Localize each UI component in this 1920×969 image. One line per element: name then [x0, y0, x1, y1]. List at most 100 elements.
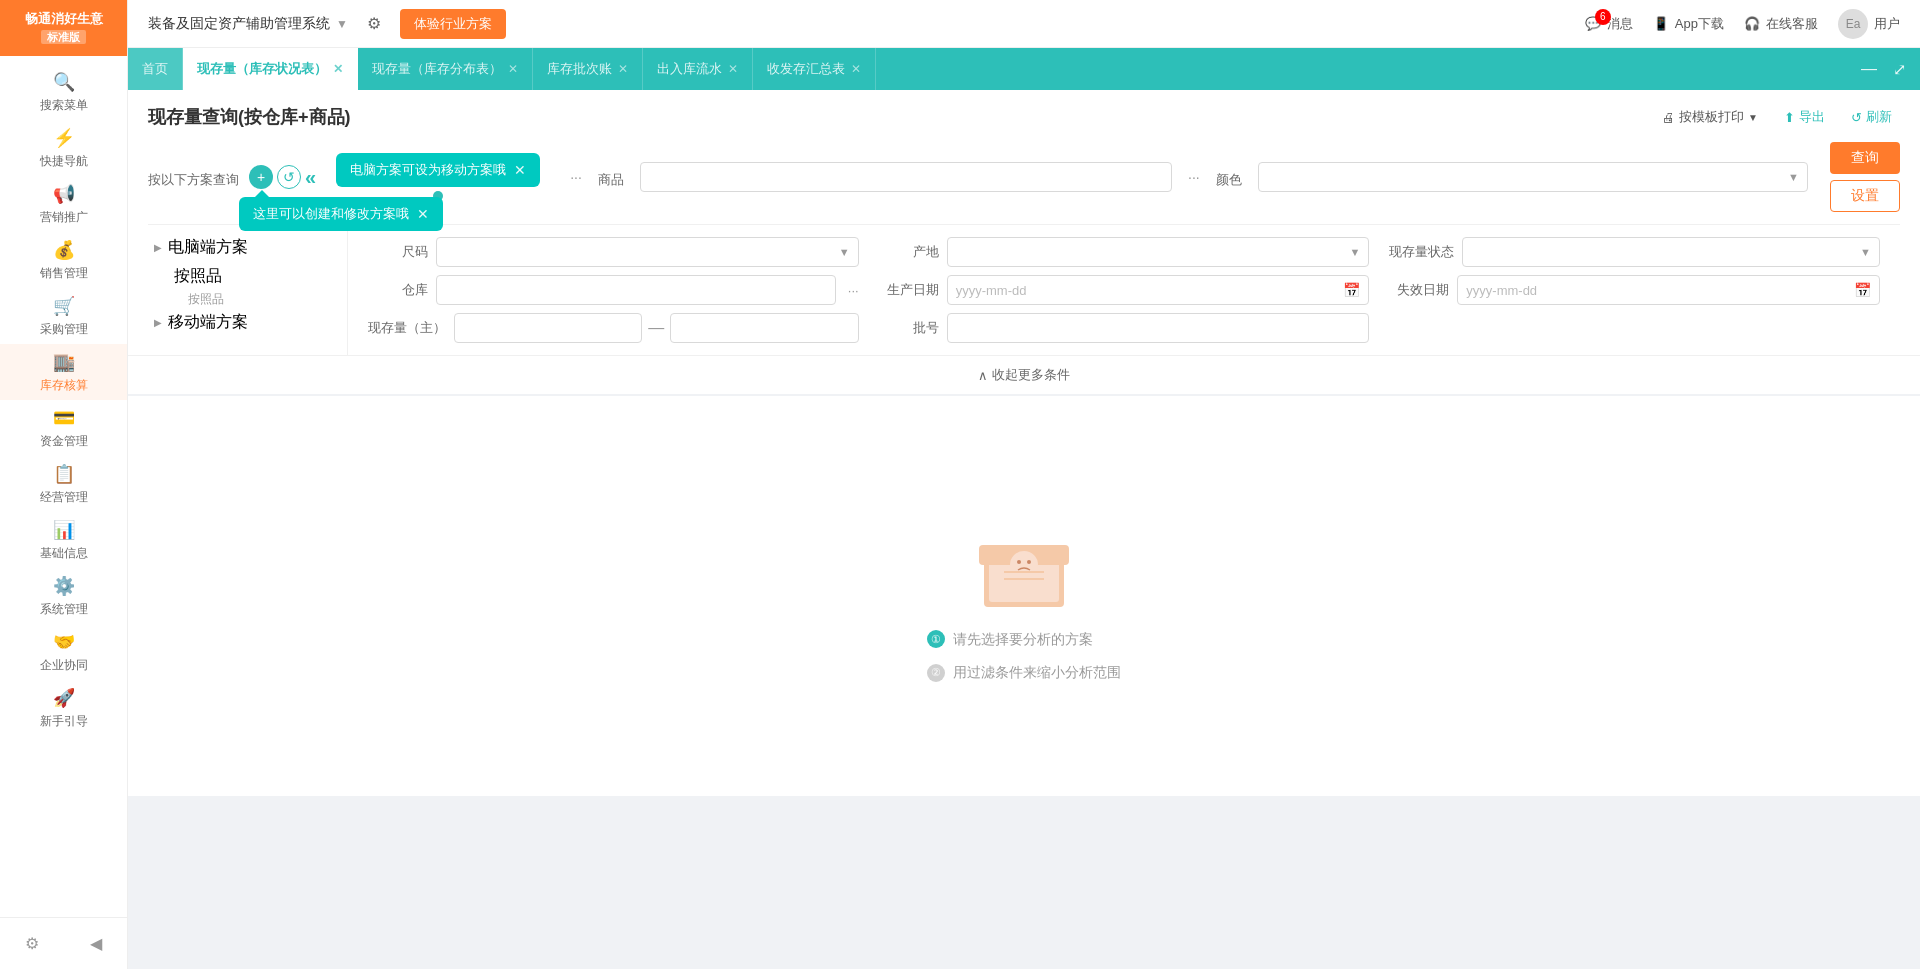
tab-inventory-status[interactable]: 现存量（库存状况表） ✕ [183, 48, 358, 90]
origin-arrow: ▼ [1349, 246, 1360, 258]
scheme-item-mobile[interactable]: ▶ 移动端方案 [148, 308, 347, 337]
tab-inout-flow[interactable]: 出入库流水 ✕ [643, 48, 753, 90]
back-arrow-btn[interactable]: « [305, 166, 316, 189]
message-action[interactable]: 💬 6 消息 [1585, 15, 1633, 33]
tab-fullscreen-btn[interactable]: ⤢ [1889, 56, 1910, 83]
form-item-origin: 产地 ▼ [879, 237, 1370, 267]
sidebar-item-basic[interactable]: 📊 基础信息 [0, 512, 127, 568]
svg-point-5 [1027, 560, 1031, 564]
sidebar-bottom: ⚙ ◀ [0, 917, 127, 969]
sidebar-item-guide[interactable]: 🚀 新手引导 [0, 680, 127, 736]
sidebar-settings-btn[interactable]: ⚙ [17, 930, 47, 957]
tip2-num: ② [927, 664, 945, 682]
commodity-input-area [640, 162, 1172, 192]
add-scheme-btn[interactable]: + [249, 165, 273, 189]
online-support-action[interactable]: 🎧 在线客服 [1744, 15, 1818, 33]
sidebar-item-label: 采购管理 [40, 321, 88, 338]
sidebar-item-purchase[interactable]: 🛒 采购管理 [0, 288, 127, 344]
collapse-bar[interactable]: ∧ 收起更多条件 [128, 355, 1920, 394]
stock-qty-range: — [454, 313, 859, 343]
empty-content: ① 请先选择要分析的方案 ② 用过滤条件来缩小分析范围 [927, 507, 1121, 685]
stock-qty-to[interactable] [670, 313, 858, 343]
sidebar-item-enterprise[interactable]: 🤝 企业协同 [0, 624, 127, 680]
tab-close-inout-flow[interactable]: ✕ [728, 62, 738, 76]
tooltip1-close[interactable]: ✕ [514, 162, 526, 178]
sidebar-item-label: 营销推广 [40, 209, 88, 226]
commodity-input[interactable] [640, 162, 1172, 192]
empty-illustration [964, 507, 1084, 607]
tab-close-inventory-status[interactable]: ✕ [333, 62, 343, 76]
basic-icon: 📊 [53, 519, 75, 541]
tab-inventory-dist[interactable]: 现存量（库存分布表） ✕ [358, 48, 533, 90]
refresh-scheme-btn[interactable]: ↺ [277, 165, 301, 189]
system-icon: ⚙️ [53, 575, 75, 597]
print-icon: 🖨 [1662, 110, 1675, 125]
sidebar-item-label: 系统管理 [40, 601, 88, 618]
scheme-arrow-icon: ▶ [154, 242, 162, 253]
content-area: 现存量查询(按仓库+商品) 🖨 按模板打印 ▼ ⬆ 导出 ↺ 刷新 [128, 90, 1920, 969]
size-label: 尺码 [368, 243, 428, 261]
tab-home[interactable]: 首页 [128, 48, 183, 90]
origin-select[interactable]: ▼ [947, 237, 1370, 267]
color-label: 颜色 [1216, 171, 1242, 189]
tab-batch-ledger[interactable]: 库存批次账 ✕ [533, 48, 643, 90]
user-avatar: Ea [1838, 9, 1868, 39]
prod-date-calendar-icon[interactable]: 📅 [1343, 282, 1360, 298]
sidebar-item-inventory[interactable]: 🏬 库存核算 [0, 344, 127, 400]
color-select[interactable]: ▼ [1258, 162, 1808, 192]
header-left: 装备及固定资产辅助管理系统 ▼ ⚙ 体验行业方案 [148, 9, 506, 39]
tab-close-inventory-dist[interactable]: ✕ [508, 62, 518, 76]
trial-button[interactable]: 体验行业方案 [400, 9, 506, 39]
sidebar-collapse-btn[interactable]: ◀ [82, 930, 110, 957]
operations-icon: 📋 [53, 463, 75, 485]
message-badge: 6 [1595, 9, 1611, 25]
form-item-stock-qty: 现存量（主） — [368, 313, 859, 343]
size-select[interactable]: ▼ [436, 237, 859, 267]
collapse-text: ∧ 收起更多条件 [128, 366, 1920, 384]
warehouse-label: 仓库 [368, 281, 428, 299]
svg-point-3 [1010, 551, 1038, 579]
tab-close-batch-ledger[interactable]: ✕ [618, 62, 628, 76]
tab-close-receive-summary[interactable]: ✕ [851, 62, 861, 76]
sidebar-item-label: 新手引导 [40, 713, 88, 730]
sidebar-item-label: 资金管理 [40, 433, 88, 450]
commodity-dots2: ··· [1188, 169, 1200, 185]
scheme-item-by-product[interactable]: 按照品 [168, 262, 347, 291]
filter-body: ▶ 电脑端方案 按照品 按照品 ▶ 移动端方案 [148, 225, 1900, 355]
sidebar-item-sales[interactable]: 💰 销售管理 [0, 232, 127, 288]
prod-date-label: 生产日期 [879, 281, 939, 299]
user-action[interactable]: Ea 用户 [1838, 9, 1900, 39]
warehouse-input[interactable] [436, 275, 836, 305]
setup-button[interactable]: 设置 [1830, 180, 1900, 212]
stock-qty-from[interactable] [454, 313, 642, 343]
warehouse-dots: ··· [848, 283, 859, 298]
sidebar-item-marketing[interactable]: 📢 营销推广 [0, 176, 127, 232]
sidebar-item-quick-nav[interactable]: ⚡ 快捷导航 [0, 120, 127, 176]
sidebar-item-finance[interactable]: 💳 资金管理 [0, 400, 127, 456]
quick-nav-icon: ⚡ [53, 127, 75, 149]
sidebar-item-operations[interactable]: 📋 经营管理 [0, 456, 127, 512]
export-btn[interactable]: ⬆ 导出 [1776, 104, 1833, 130]
empty-state: ① 请先选择要分析的方案 ② 用过滤条件来缩小分析范围 [128, 396, 1920, 796]
tab-receive-summary[interactable]: 收发存汇总表 ✕ [753, 48, 876, 90]
expire-date-calendar-icon[interactable]: 📅 [1854, 282, 1871, 298]
app-download-action[interactable]: 📱 App下载 [1653, 15, 1724, 33]
logo-text: 畅通消好生意 标准版 [25, 10, 103, 46]
scheme-item-desktop[interactable]: ▶ 电脑端方案 [148, 233, 347, 262]
prod-date-input[interactable]: yyyy-mm-dd 📅 [947, 275, 1370, 305]
refresh-btn[interactable]: ↺ 刷新 [1843, 104, 1900, 130]
settings-btn[interactable]: ⚙ [360, 10, 388, 38]
tab-minimize-btn[interactable]: — [1857, 56, 1881, 82]
print-btn[interactable]: 🖨 按模板打印 ▼ [1654, 104, 1766, 130]
empty-tips: ① 请先选择要分析的方案 ② 用过滤条件来缩小分析范围 [927, 627, 1121, 685]
batch-input[interactable] [947, 313, 1370, 343]
sidebar-item-search-menu[interactable]: 🔍 搜索菜单 [0, 64, 127, 120]
search-button[interactable]: 查询 [1830, 142, 1900, 174]
sidebar: 畅通消好生意 标准版 🔍 搜索菜单 ⚡ 快捷导航 📢 营销推广 💰 销售管理 🛒… [0, 0, 128, 969]
form-row-1: 尺码 ▼ 产地 ▼ [348, 225, 1900, 275]
stock-status-select[interactable]: ▼ [1462, 237, 1880, 267]
tooltip2-close[interactable]: ✕ [417, 206, 429, 222]
sidebar-item-system[interactable]: ⚙️ 系统管理 [0, 568, 127, 624]
filter-right-fields: ··· 商品 ··· 颜色 ▼ [570, 162, 1808, 192]
expire-date-input[interactable]: yyyy-mm-dd 📅 [1457, 275, 1880, 305]
